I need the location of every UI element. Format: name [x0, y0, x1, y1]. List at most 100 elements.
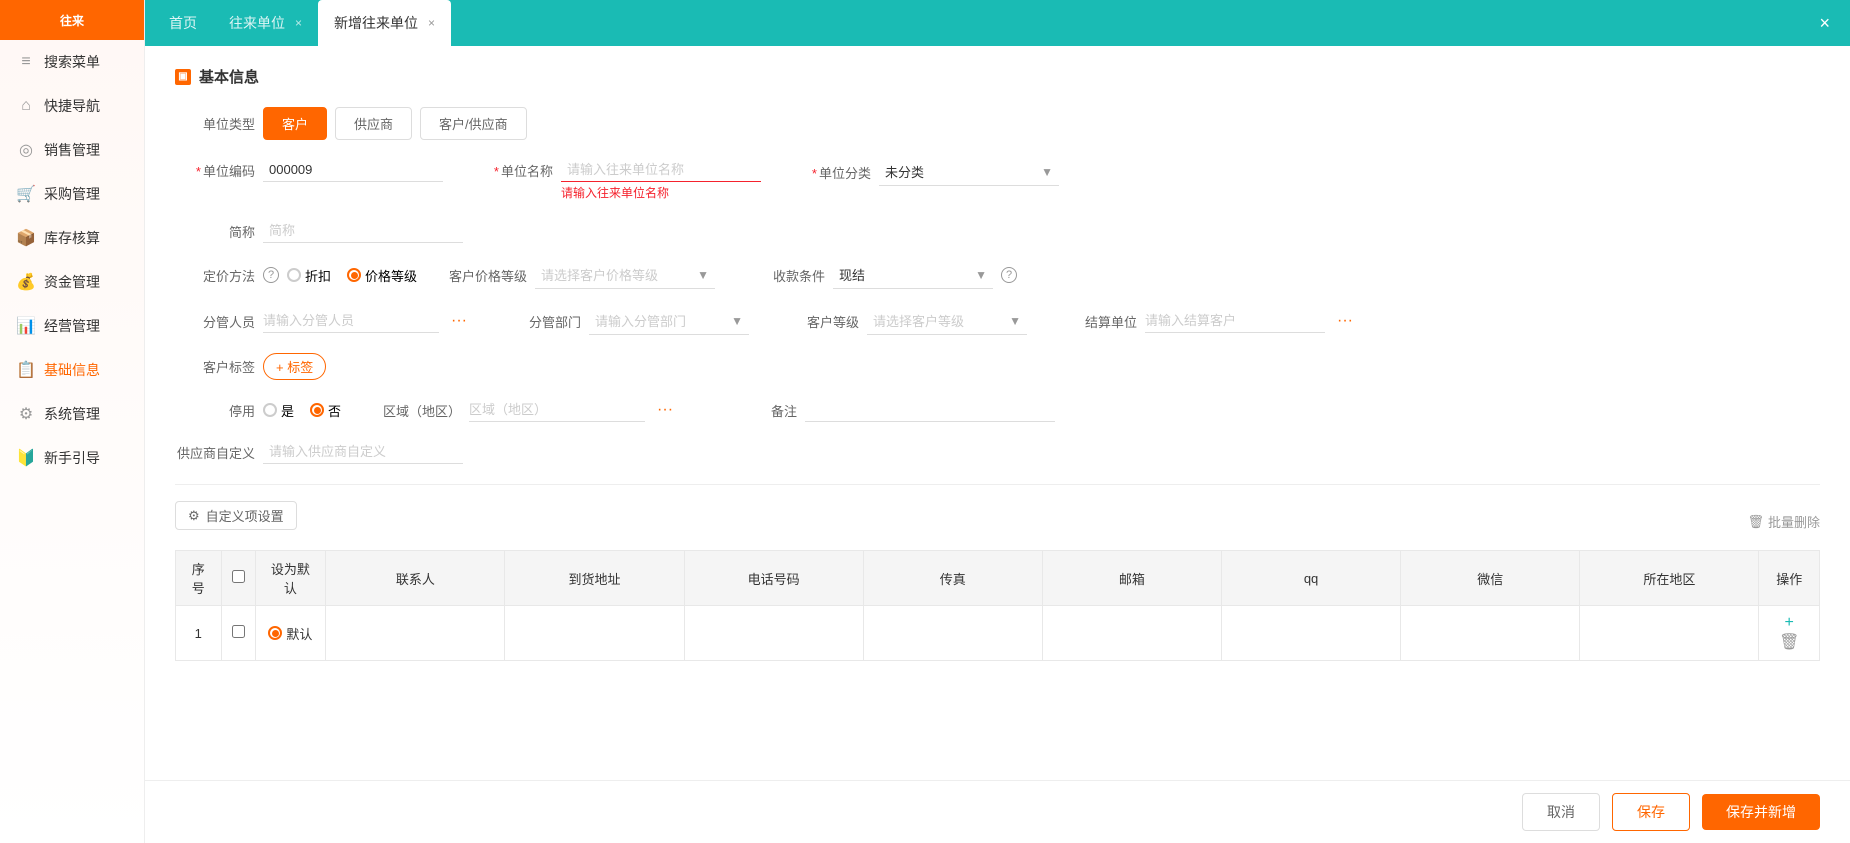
customer-price-group: 客户价格等级 请选择客户价格等级 ▼ — [447, 261, 715, 289]
supplier-btn[interactable]: 供应商 — [335, 107, 412, 140]
tab-contacts[interactable]: 往来单位 × — [213, 0, 318, 46]
section-icon: ▣ — [175, 69, 191, 85]
manager-row: 分管人员 ··· 分管部门 请输入分管部门 ▼ 客户等级 请选择客户等级 ▼ 结… — [175, 307, 1820, 335]
row-email[interactable] — [1042, 606, 1221, 661]
select-all-checkbox[interactable] — [232, 570, 245, 583]
sidebar-item-sales[interactable]: ◎ 销售管理 — [0, 128, 144, 172]
dept-select[interactable]: 请输入分管部门 ▼ — [589, 307, 749, 335]
save-button[interactable]: 保存 — [1612, 793, 1690, 831]
payment-terms-value: 现结 — [839, 265, 865, 284]
payment-terms-select[interactable]: 现结 ▼ — [833, 261, 993, 289]
manager-input[interactable] — [263, 309, 439, 333]
tab-home[interactable]: 首页 — [153, 0, 213, 46]
code-name-row: 单位编码 单位名称 请输入往来单位名称 单位分类 未分类 ▼ — [175, 158, 1820, 201]
supplier-custom-input[interactable] — [263, 440, 463, 464]
disabled-no-label: 否 — [328, 401, 341, 420]
sidebar-item-basic[interactable]: 📋 基础信息 — [0, 348, 144, 392]
both-btn[interactable]: 客户/供应商 — [420, 107, 527, 140]
col-contact: 联系人 — [326, 551, 505, 606]
disabled-row: 停用 是 否 区域（地区） ··· 备注 — [175, 398, 1820, 422]
remark-input[interactable] — [805, 398, 1055, 422]
row-default-cell: 默认 — [255, 606, 326, 661]
tab-new-contact[interactable]: 新增往来单位 × — [318, 0, 451, 46]
price-level-radio[interactable]: 价格等级 — [347, 266, 417, 285]
sidebar-item-label: 搜索菜单 — [44, 52, 100, 72]
pricing-row: 定价方法 ? 折扣 价格等级 客户价格等级 请选择客户价格等级 — [175, 261, 1820, 289]
region-input[interactable] — [469, 398, 645, 422]
disabled-no-radio[interactable]: 否 — [310, 401, 341, 420]
sidebar-item-inventory[interactable]: 📦 库存核算 — [0, 216, 144, 260]
section-title: 基本信息 — [199, 66, 259, 87]
row-fax[interactable] — [863, 606, 1042, 661]
settlement-input[interactable] — [1145, 309, 1325, 333]
customer-btn[interactable]: 客户 — [263, 107, 327, 140]
address-input[interactable] — [515, 626, 673, 641]
customer-price-select[interactable]: 请选择客户价格等级 ▼ — [535, 261, 715, 289]
pricing-help-icon[interactable]: ? — [263, 267, 279, 283]
delete-row-button[interactable]: 🗑 — [1779, 632, 1799, 652]
add-row-button[interactable]: + — [1785, 614, 1794, 632]
phone-input[interactable] — [695, 626, 853, 641]
email-input[interactable] — [1053, 626, 1211, 641]
col-email: 邮箱 — [1042, 551, 1221, 606]
qq-input[interactable] — [1232, 626, 1390, 641]
region-dots-icon[interactable]: ··· — [653, 401, 677, 419]
tab-contacts-close[interactable]: × — [295, 16, 302, 30]
window-close-button[interactable]: × — [1807, 13, 1842, 34]
remark-group: 备注 — [717, 398, 1055, 422]
sidebar-item-quicknav[interactable]: ⌂ 快捷导航 — [0, 84, 144, 128]
tab-new-contact-close[interactable]: × — [428, 16, 435, 30]
sidebar-item-guide[interactable]: 🔰 新手引导 — [0, 436, 144, 480]
add-tag-button[interactable]: + 标签 — [263, 353, 326, 380]
payment-terms-label: 收款条件 — [745, 266, 825, 285]
batch-delete-button[interactable]: 🗑 批量删除 — [1747, 512, 1820, 531]
cancel-button[interactable]: 取消 — [1522, 793, 1600, 831]
customer-price-placeholder: 请选择客户价格等级 — [541, 265, 658, 284]
payment-arrow-icon: ▼ — [975, 268, 987, 282]
unit-name-input[interactable] — [561, 158, 761, 182]
col-region: 所在地区 — [1580, 551, 1759, 606]
save-new-button[interactable]: 保存并新增 — [1702, 794, 1820, 830]
sidebar-item-label: 新手引导 — [44, 448, 100, 468]
contact-input[interactable] — [336, 626, 494, 641]
sidebar-item-finance[interactable]: 💰 资金管理 — [0, 260, 144, 304]
row-contact[interactable] — [326, 606, 505, 661]
region-row-input[interactable] — [1590, 626, 1748, 641]
row-qq[interactable] — [1221, 606, 1400, 661]
table-row: 1 默认 — [176, 606, 1820, 661]
discount-radio[interactable]: 折扣 — [287, 266, 331, 285]
unit-category-select[interactable]: 未分类 ▼ — [879, 158, 1059, 186]
settlement-dots-icon[interactable]: ··· — [1333, 312, 1357, 330]
unit-code-input[interactable] — [263, 158, 443, 182]
sidebar-item-search[interactable]: ≡ 搜索菜单 — [0, 40, 144, 84]
sidebar-item-operations[interactable]: 📊 经营管理 — [0, 304, 144, 348]
contacts-table: 序号 设为默认 联系人 到货地址 电话号码 传真 邮箱 qq 微信 所在地区 — [175, 550, 1820, 661]
disabled-yes-radio[interactable]: 是 — [263, 401, 294, 420]
dept-placeholder: 请输入分管部门 — [595, 311, 686, 330]
price-level-label: 价格等级 — [365, 266, 417, 285]
row-default-radio[interactable]: 默认 — [266, 624, 316, 643]
row-checkbox[interactable] — [232, 625, 245, 638]
tag-row: 客户标签 + 标签 — [175, 353, 1820, 380]
row-address[interactable] — [505, 606, 684, 661]
short-name-input[interactable] — [263, 219, 463, 243]
customer-level-select[interactable]: 请选择客户等级 ▼ — [867, 307, 1027, 335]
sidebar-item-purchase[interactable]: 🛒 采购管理 — [0, 172, 144, 216]
disabled-no-circle — [310, 403, 324, 417]
sidebar-item-label: 销售管理 — [44, 140, 100, 160]
payment-help-icon[interactable]: ? — [1001, 267, 1017, 283]
wechat-input[interactable] — [1411, 626, 1569, 641]
row-wechat[interactable] — [1401, 606, 1580, 661]
row-phone[interactable] — [684, 606, 863, 661]
default-radio-circle — [268, 626, 282, 640]
col-qq: qq — [1221, 551, 1400, 606]
row-actions: + 🗑 — [1759, 606, 1820, 661]
dept-arrow-icon: ▼ — [731, 314, 743, 328]
operations-icon: 📊 — [16, 316, 36, 336]
custom-settings-button[interactable]: ⚙ 自定义项设置 — [175, 501, 297, 530]
sidebar-item-system[interactable]: ⚙ 系统管理 — [0, 392, 144, 436]
settlement-label: 结算单位 — [1057, 312, 1137, 331]
fax-input[interactable] — [874, 626, 1032, 641]
manager-dots-icon[interactable]: ··· — [447, 312, 471, 330]
row-region[interactable] — [1580, 606, 1759, 661]
